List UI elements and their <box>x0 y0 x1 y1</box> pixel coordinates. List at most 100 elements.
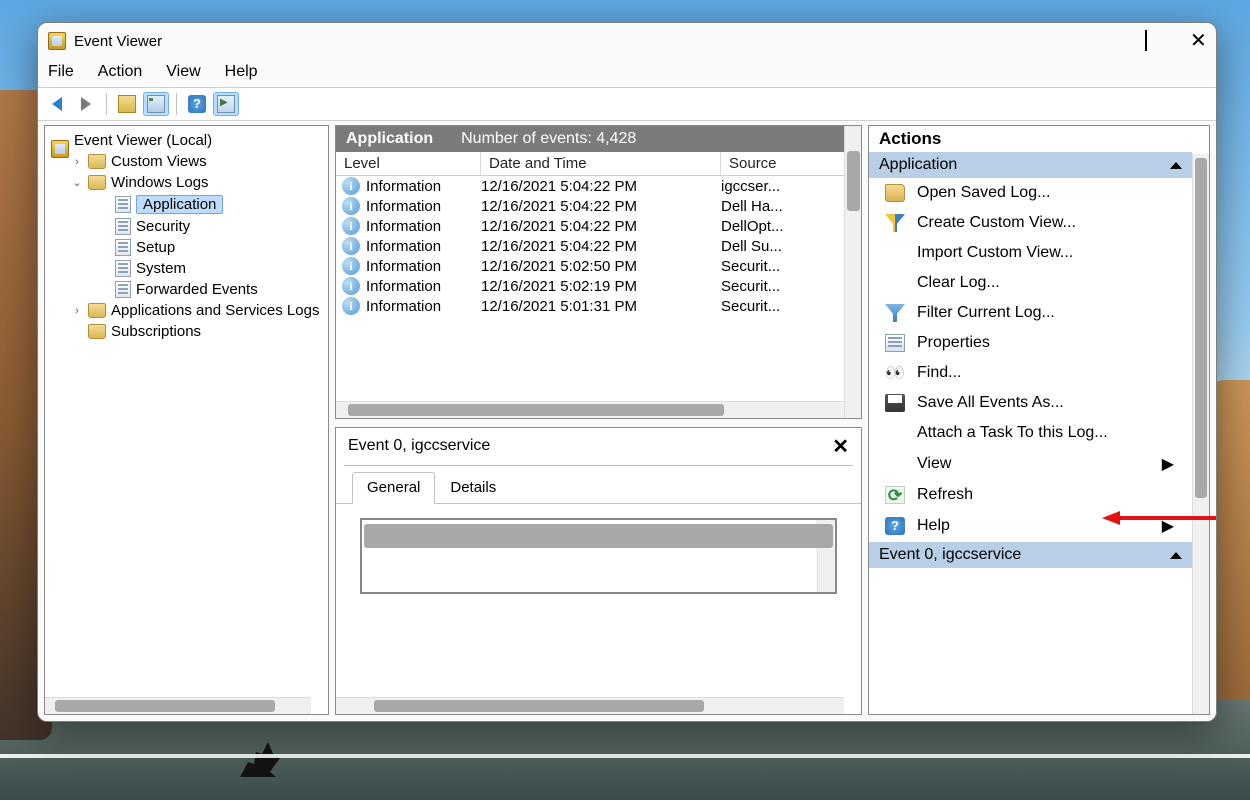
back-arrow-icon <box>52 97 62 111</box>
menu-file[interactable]: File <box>48 63 74 81</box>
tree-item-custom-views[interactable]: › Custom Views <box>45 151 328 172</box>
titlebar[interactable]: Event Viewer ✕ <box>38 23 1216 59</box>
action-label: Refresh <box>917 486 973 504</box>
action-label: Import Custom View... <box>917 244 1073 262</box>
blank-icon <box>885 274 905 292</box>
submenu-arrow-icon: ▶ <box>1162 516 1174 536</box>
tree-item-subscriptions[interactable]: Subscriptions <box>45 321 328 342</box>
tree-hscrollbar[interactable] <box>45 697 311 714</box>
maximize-button[interactable] <box>1138 31 1154 51</box>
table-row[interactable]: iInformation12/16/2021 5:04:22 PMigccser… <box>336 176 861 196</box>
cell-level: iInformation <box>336 257 481 275</box>
tool-properties-button[interactable] <box>143 92 169 116</box>
info-icon: i <box>342 177 360 195</box>
tree-item-label: Custom Views <box>111 153 207 170</box>
caret-icon[interactable]: › <box>71 156 83 168</box>
tree-item-forwarded-events[interactable]: Forwarded Events <box>45 279 328 300</box>
tree-item-setup[interactable]: Setup <box>45 237 328 258</box>
cell-level: iInformation <box>336 297 481 315</box>
table-row[interactable]: iInformation12/16/2021 5:02:50 PMSecurit… <box>336 256 861 276</box>
funnely-icon <box>885 214 905 232</box>
caret-icon[interactable]: › <box>71 305 83 317</box>
log-icon <box>115 281 131 298</box>
cell-source: Securit... <box>721 257 861 275</box>
cell-source: Dell Su... <box>721 237 861 255</box>
actions-title: Actions <box>869 126 1209 152</box>
detail-tabs: General Details <box>336 466 861 504</box>
tree-item-security[interactable]: Security <box>45 216 328 237</box>
action-attach-a-task-to-this-log[interactable]: Attach a Task To this Log... <box>869 418 1192 448</box>
actions-section-event[interactable]: Event 0, igccservice <box>869 542 1192 568</box>
col-datetime[interactable]: Date and Time <box>481 152 721 175</box>
action-find[interactable]: 👀Find... <box>869 358 1192 388</box>
tree-root-label: Event Viewer (Local) <box>74 132 212 149</box>
actions-vscrollbar[interactable] <box>1192 154 1209 714</box>
tree-item-label: Windows Logs <box>111 174 209 191</box>
action-import-custom-view[interactable]: Import Custom View... <box>869 238 1192 268</box>
cell-level: iInformation <box>336 237 481 255</box>
tree-item-label: System <box>136 260 186 277</box>
tree-item-windows-logs[interactable]: ⌄ Windows Logs <box>45 172 328 193</box>
root-icon <box>51 131 69 149</box>
blank-icon <box>885 424 905 442</box>
action-refresh[interactable]: ⟳Refresh <box>869 480 1192 510</box>
detail-header: Event 0, igccservice ✕ <box>336 428 861 465</box>
tool-help-button[interactable]: ? <box>184 92 210 116</box>
properties-icon <box>147 95 165 113</box>
tree-item-system[interactable]: System <box>45 258 328 279</box>
caret-down-icon[interactable]: ⌄ <box>71 176 83 189</box>
tool-preview-button[interactable] <box>213 92 239 116</box>
tree-root[interactable]: Event Viewer (Local) <box>45 129 328 151</box>
tree-item-label: Applications and Services Logs <box>111 302 319 319</box>
actions-pane: Actions Application Open Saved Log...Cre… <box>868 125 1210 715</box>
action-create-custom-view[interactable]: Create Custom View... <box>869 208 1192 238</box>
info-icon: i <box>342 277 360 295</box>
tree-item-application[interactable]: Application <box>45 193 328 216</box>
table-row[interactable]: iInformation12/16/2021 5:02:19 PMSecurit… <box>336 276 861 296</box>
col-source[interactable]: Source <box>721 152 861 175</box>
action-label: Help <box>917 517 950 535</box>
actions-section-application[interactable]: Application <box>869 152 1192 178</box>
tree-item-label: Subscriptions <box>111 323 201 340</box>
table-row[interactable]: iInformation12/16/2021 5:04:22 PMDell Ha… <box>336 196 861 216</box>
event-viewer-window: Event Viewer ✕ File Action View Help ? <box>37 22 1217 722</box>
col-level[interactable]: Level <box>336 152 481 175</box>
detail-msg-vscrollbar[interactable] <box>817 520 835 592</box>
action-clear-log[interactable]: Clear Log... <box>869 268 1192 298</box>
action-open-saved-log[interactable]: Open Saved Log... <box>869 178 1192 208</box>
close-button[interactable]: ✕ <box>1190 35 1206 47</box>
menu-action[interactable]: Action <box>98 63 142 81</box>
tab-details[interactable]: Details <box>435 472 511 503</box>
action-label: Properties <box>917 334 990 352</box>
detail-title: Event 0, igccservice <box>348 437 490 455</box>
cell-datetime: 12/16/2021 5:04:22 PM <box>481 197 721 215</box>
info-icon: i <box>342 237 360 255</box>
table-row[interactable]: iInformation12/16/2021 5:04:22 PMDell Su… <box>336 236 861 256</box>
table-row[interactable]: iInformation12/16/2021 5:01:31 PMSecurit… <box>336 296 861 316</box>
cell-datetime: 12/16/2021 5:02:50 PM <box>481 257 721 275</box>
forward-button[interactable] <box>73 92 99 116</box>
cell-source: igccser... <box>721 177 861 195</box>
action-label: Filter Current Log... <box>917 304 1055 322</box>
detail-hscrollbar[interactable] <box>336 697 844 714</box>
action-view[interactable]: View▶ <box>869 448 1192 480</box>
tab-general[interactable]: General <box>352 472 435 504</box>
table-row[interactable]: iInformation12/16/2021 5:04:22 PMDellOpt… <box>336 216 861 236</box>
event-list-pane: Application Number of events: 4,428 Leve… <box>335 125 862 419</box>
menu-view[interactable]: View <box>166 63 200 81</box>
event-rows: iInformation 12/16/2021 5:04:22 PMigccser… <box>336 176 861 316</box>
action-properties[interactable]: Properties <box>869 328 1192 358</box>
cell-source: DellOpt... <box>721 217 861 235</box>
detail-close-button[interactable]: ✕ <box>832 434 849 459</box>
action-help[interactable]: ?Help▶ <box>869 510 1192 542</box>
tree-item-apps-services-logs[interactable]: › Applications and Services Logs <box>45 300 328 321</box>
menu-help[interactable]: Help <box>225 63 258 81</box>
list-hscrollbar[interactable] <box>336 401 844 418</box>
event-detail-pane: Event 0, igccservice ✕ General Details P… <box>335 427 862 715</box>
action-label: Attach a Task To this Log... <box>917 424 1108 442</box>
tool-folder-button[interactable] <box>114 92 140 116</box>
action-save-all-events-as[interactable]: Save All Events As... <box>869 388 1192 418</box>
back-button[interactable] <box>44 92 70 116</box>
list-vscrollbar[interactable] <box>844 126 861 418</box>
action-filter-current-log[interactable]: Filter Current Log... <box>869 298 1192 328</box>
